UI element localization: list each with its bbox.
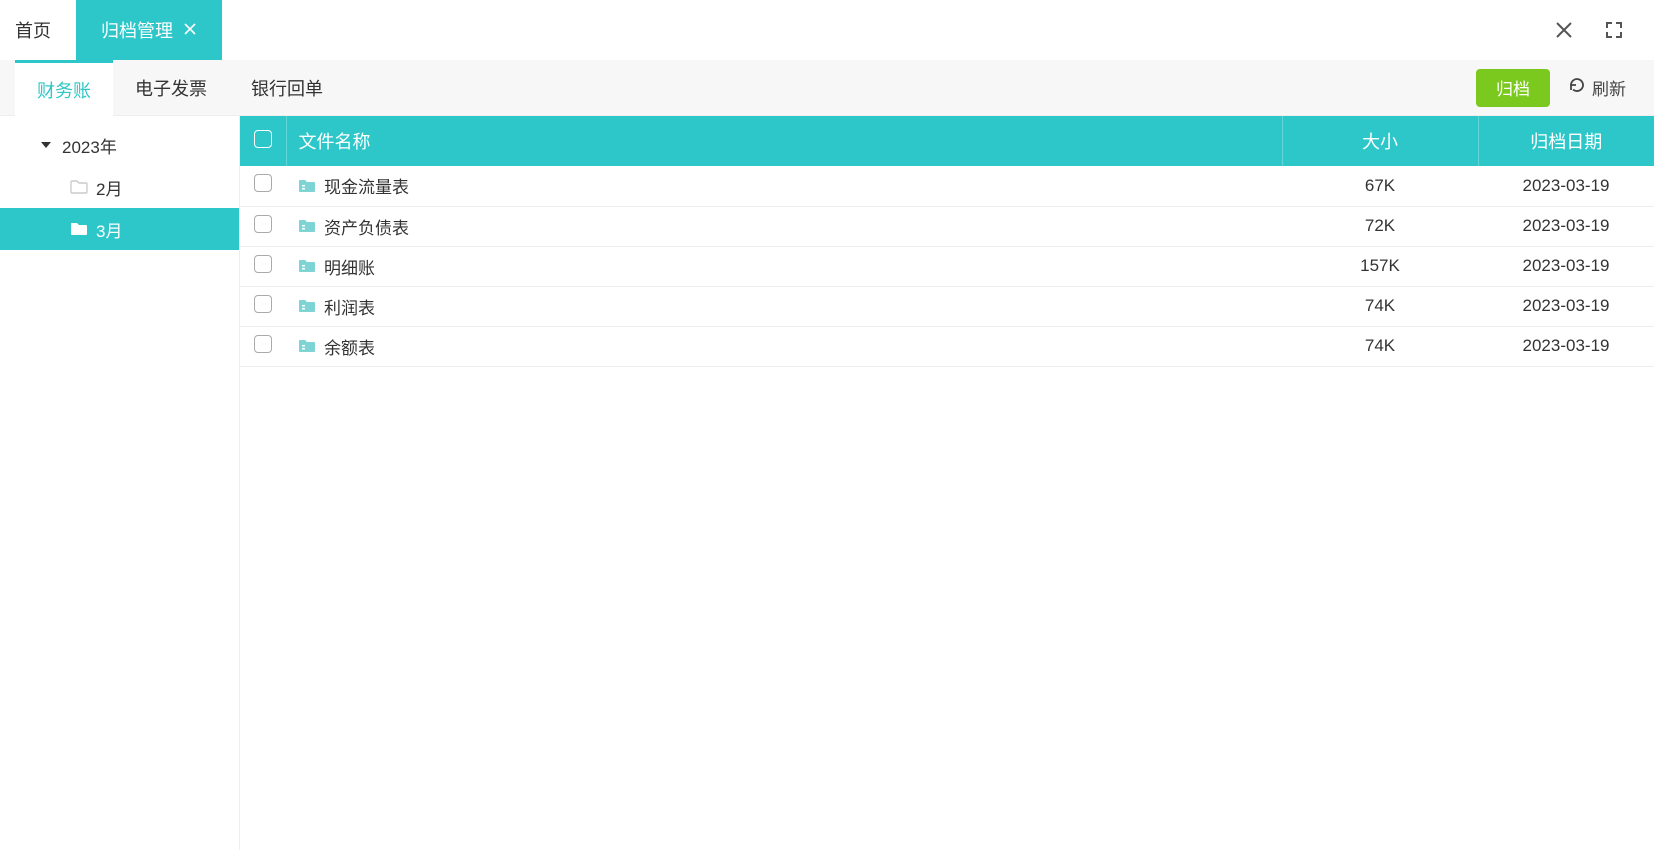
tree-month-node[interactable]: 3月: [0, 208, 239, 250]
archive-button[interactable]: 归档: [1476, 69, 1550, 107]
folder-icon: [298, 258, 316, 274]
row-checkbox-cell: [240, 206, 286, 246]
header-size: 大小: [1282, 116, 1478, 166]
top-right-controls: [1544, 0, 1654, 60]
close-icon[interactable]: [183, 20, 197, 41]
tree-year-node[interactable]: 2023年: [0, 124, 239, 166]
row-size: 74K: [1282, 326, 1478, 366]
row-name: 余额表: [324, 334, 375, 359]
table-row[interactable]: 明细账 157K2023-03-19: [240, 246, 1654, 286]
row-date: 2023-03-19: [1478, 326, 1654, 366]
folder-icon: [298, 338, 316, 354]
main-content: 2023年 2月3月 文件名称 大小 归档日期 现金流量表67K2023-03-…: [0, 116, 1654, 850]
sub-tab-einvoice[interactable]: 电子发票: [113, 60, 229, 116]
row-checkbox[interactable]: [254, 335, 272, 353]
folder-tree: 2023年 2月 3月: [0, 116, 240, 850]
row-size: 74K: [1282, 286, 1478, 326]
window-close-icon[interactable]: [1544, 10, 1584, 50]
row-checkbox[interactable]: [254, 174, 272, 192]
header-date: 归档日期: [1478, 116, 1654, 166]
folder-icon: [298, 178, 316, 194]
tree-month-label: 2月: [96, 175, 122, 200]
folder-icon: [70, 220, 88, 238]
row-checkbox-cell: [240, 326, 286, 366]
fullscreen-icon[interactable]: [1594, 10, 1634, 50]
table-row[interactable]: 资产负债表 72K2023-03-19: [240, 206, 1654, 246]
table-row[interactable]: 现金流量表 67K2023-03-19: [240, 166, 1654, 206]
row-date: 2023-03-19: [1478, 246, 1654, 286]
table-header-row: 文件名称 大小 归档日期: [240, 116, 1654, 166]
folder-icon: [298, 218, 316, 234]
row-date: 2023-03-19: [1478, 166, 1654, 206]
row-checkbox[interactable]: [254, 255, 272, 273]
sub-tab-bar: 财务账 电子发票 银行回单: [0, 60, 345, 115]
refresh-icon: [1568, 76, 1586, 99]
row-size: 157K: [1282, 246, 1478, 286]
table-row[interactable]: 余额表 74K2023-03-19: [240, 326, 1654, 366]
sub-tab-bank[interactable]: 银行回单: [229, 60, 345, 116]
row-name: 利润表: [324, 294, 375, 319]
sub-actions: 归档 刷新: [1476, 60, 1654, 115]
row-name: 资产负债表: [324, 214, 409, 239]
top-tab-bar: 首页 归档管理: [0, 0, 1654, 60]
row-checkbox-cell: [240, 286, 286, 326]
row-name-cell: 现金流量表: [286, 166, 1282, 206]
file-table-wrap: 文件名称 大小 归档日期 现金流量表67K2023-03-19资产负债表72K2…: [240, 116, 1654, 850]
tree-month-node[interactable]: 2月: [0, 166, 239, 208]
top-tab-archive[interactable]: 归档管理: [76, 0, 222, 60]
row-checkbox[interactable]: [254, 215, 272, 233]
tree-year-label: 2023年: [62, 133, 117, 158]
tree-month-label: 3月: [96, 217, 122, 242]
sub-tab-finance-label: 财务账: [37, 77, 91, 103]
top-tab-home-label: 首页: [15, 17, 51, 43]
row-name: 现金流量表: [324, 173, 409, 198]
file-table: 文件名称 大小 归档日期 现金流量表67K2023-03-19资产负债表72K2…: [240, 116, 1654, 367]
refresh-label: 刷新: [1592, 75, 1626, 100]
row-size: 72K: [1282, 206, 1478, 246]
sub-tab-finance[interactable]: 财务账: [15, 60, 113, 116]
refresh-button[interactable]: 刷新: [1568, 75, 1626, 100]
row-date: 2023-03-19: [1478, 206, 1654, 246]
caret-down-icon: [40, 139, 54, 151]
row-checkbox-cell: [240, 246, 286, 286]
row-checkbox-cell: [240, 166, 286, 206]
sub-tab-einvoice-label: 电子发票: [135, 75, 207, 101]
row-date: 2023-03-19: [1478, 286, 1654, 326]
header-name: 文件名称: [286, 116, 1282, 166]
row-size: 67K: [1282, 166, 1478, 206]
sub-header: 财务账 电子发票 银行回单 归档 刷新: [0, 60, 1654, 116]
folder-icon: [70, 178, 88, 196]
top-tab-archive-label: 归档管理: [101, 17, 173, 43]
row-checkbox[interactable]: [254, 295, 272, 313]
row-name: 明细账: [324, 254, 375, 279]
header-checkbox-cell: [240, 116, 286, 166]
select-all-checkbox[interactable]: [254, 130, 272, 148]
top-tab-home[interactable]: 首页: [0, 0, 76, 60]
row-name-cell: 明细账: [286, 246, 1282, 286]
row-name-cell: 余额表: [286, 326, 1282, 366]
row-name-cell: 利润表: [286, 286, 1282, 326]
table-row[interactable]: 利润表 74K2023-03-19: [240, 286, 1654, 326]
sub-tab-bank-label: 银行回单: [251, 75, 323, 101]
row-name-cell: 资产负债表: [286, 206, 1282, 246]
folder-icon: [298, 298, 316, 314]
